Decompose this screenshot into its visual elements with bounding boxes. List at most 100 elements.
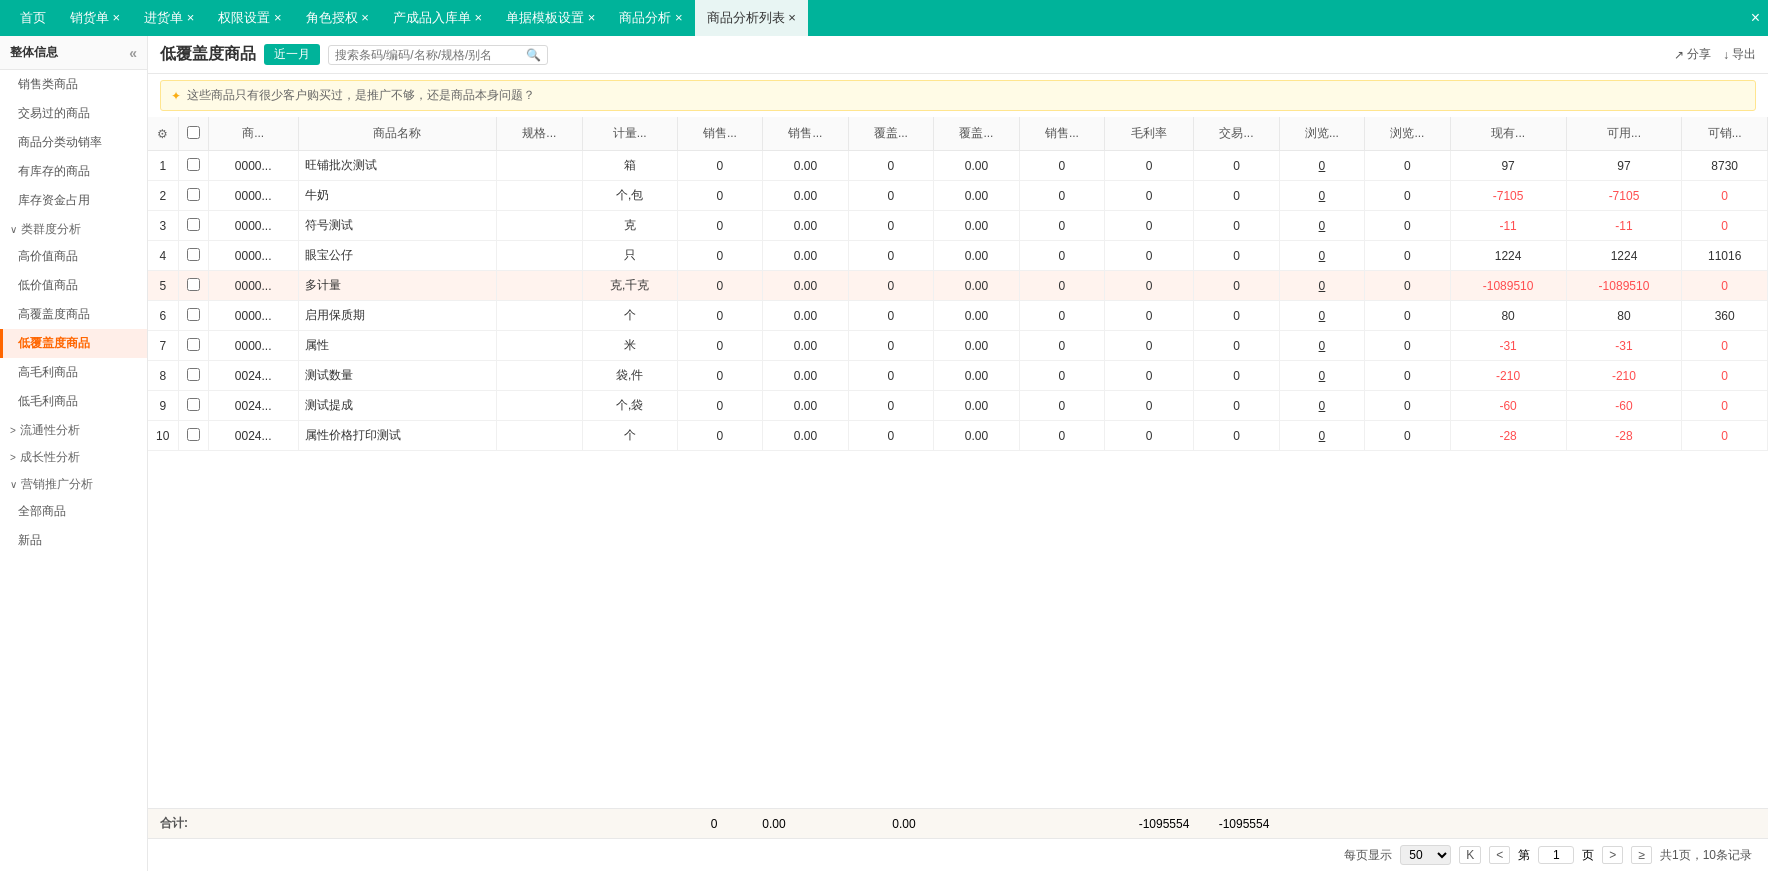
sidebar-section-growth[interactable]: > 成长性分析 — [0, 443, 147, 470]
sidebar-item-new-goods[interactable]: 新品 — [0, 526, 147, 555]
table-row: 8 0024... 测试数量 袋,件 0 0.00 0 0.00 0 0 0 0… — [148, 361, 1768, 391]
sidebar-item-traded-goods[interactable]: 交易过的商品 — [0, 99, 147, 128]
sidebar-item-low-margin[interactable]: 低毛利商品 — [0, 387, 147, 416]
share-button[interactable]: ↗ 分享 — [1674, 46, 1711, 63]
nav-roles[interactable]: 角色授权 × — [294, 0, 381, 36]
first-page-button[interactable]: K — [1459, 846, 1481, 864]
cell-cover2: 0.00 — [934, 211, 1019, 241]
cell-name: 多计量 — [298, 271, 496, 301]
settings-icon[interactable]: ⚙ — [157, 127, 168, 141]
table-row: 3 0000... 符号测试 克 0 0.00 0 0.00 0 0 0 0 0… — [148, 211, 1768, 241]
nav-product-entry[interactable]: 产成品入库单 × — [381, 0, 494, 36]
sidebar-section-circulation[interactable]: > 流通性分析 — [0, 416, 147, 443]
cell-checkbox — [178, 361, 208, 391]
next-page-button[interactable]: > — [1602, 846, 1623, 864]
sidebar-section-cluster-analysis[interactable]: ∨ 类群度分析 — [0, 215, 147, 242]
cell-sales2: 0.00 — [763, 301, 848, 331]
col-settings[interactable]: ⚙ — [148, 117, 178, 151]
cell-unit: 个 — [582, 301, 677, 331]
cell-gross: 0 — [1105, 181, 1194, 211]
row-checkbox[interactable] — [187, 398, 200, 411]
row-checkbox[interactable] — [187, 338, 200, 351]
row-checkbox[interactable] — [187, 248, 200, 261]
sidebar-item-inventory-goods[interactable]: 有库存的商品 — [0, 157, 147, 186]
sidebar-item-high-value[interactable]: 高价值商品 — [0, 242, 147, 271]
nav-purchase[interactable]: 进货单 × — [132, 0, 206, 36]
cell-cover1: 0 — [848, 301, 933, 331]
row-checkbox[interactable] — [187, 158, 200, 171]
footer-available: -1095554 — [1204, 817, 1284, 831]
browse1-link[interactable]: 0 — [1319, 399, 1326, 413]
cell-trans: 0 — [1194, 271, 1279, 301]
browse1-link[interactable]: 0 — [1319, 189, 1326, 203]
nav-template-settings[interactable]: 单据模板设置 × — [494, 0, 607, 36]
share-icon: ↗ — [1674, 48, 1684, 62]
row-checkbox[interactable] — [187, 308, 200, 321]
sidebar-section-label-3: 成长性分析 — [20, 449, 80, 466]
filter-button[interactable]: 近一月 — [264, 44, 320, 65]
sidebar-item-high-coverage[interactable]: 高覆盖度商品 — [0, 300, 147, 329]
row-checkbox[interactable] — [187, 278, 200, 291]
cell-trans: 0 — [1194, 211, 1279, 241]
browse1-link[interactable]: 0 — [1319, 309, 1326, 323]
footer-cover2: 0.00 — [864, 817, 944, 831]
nav-product-analysis-list[interactable]: 商品分析列表 × — [695, 0, 808, 36]
cell-current: 1224 — [1450, 241, 1566, 271]
nav-home[interactable]: 首页 — [8, 0, 58, 36]
browse1-link[interactable]: 0 — [1319, 339, 1326, 353]
last-page-button[interactable]: ≥ — [1631, 846, 1652, 864]
sidebar-item-low-coverage[interactable]: 低覆盖度商品 — [0, 329, 147, 358]
row-checkbox[interactable] — [187, 368, 200, 381]
col-unit-header: 计量... — [582, 117, 677, 151]
cell-unit: 克,千克 — [582, 271, 677, 301]
cell-unit: 个,袋 — [582, 391, 677, 421]
search-icon[interactable]: 🔍 — [526, 48, 541, 62]
page-size-label: 每页显示 — [1344, 847, 1392, 864]
browse1-link[interactable]: 0 — [1319, 429, 1326, 443]
sidebar-collapse-button[interactable]: « — [129, 45, 137, 61]
browse1-link[interactable]: 0 — [1319, 249, 1326, 263]
share-label: 分享 — [1687, 46, 1711, 63]
cell-sellable: 8730 — [1682, 151, 1768, 181]
cell-trans: 0 — [1194, 301, 1279, 331]
prev-page-button[interactable]: < — [1489, 846, 1510, 864]
cell-cover2: 0.00 — [934, 421, 1019, 451]
page-number-input[interactable] — [1538, 846, 1574, 864]
sidebar-item-all-goods[interactable]: 全部商品 — [0, 497, 147, 526]
sidebar-item-sales-goods[interactable]: 销售类商品 — [0, 70, 147, 99]
search-input[interactable] — [335, 48, 526, 62]
nav-sales[interactable]: 销货单 × — [58, 0, 132, 36]
cell-sales2: 0.00 — [763, 271, 848, 301]
sidebar-item-high-margin[interactable]: 高毛利商品 — [0, 358, 147, 387]
sidebar-item-low-value[interactable]: 低价值商品 — [0, 271, 147, 300]
cell-index: 7 — [148, 331, 178, 361]
cell-gross: 0 — [1105, 211, 1194, 241]
cell-sales2: 0.00 — [763, 181, 848, 211]
cell-code: 0000... — [208, 241, 298, 271]
cell-browse2: 0 — [1365, 181, 1450, 211]
cell-cover2: 0.00 — [934, 151, 1019, 181]
close-button[interactable]: × — [1751, 9, 1760, 27]
sidebar-item-category-activity[interactable]: 商品分类动销率 — [0, 128, 147, 157]
select-all-checkbox[interactable] — [187, 126, 200, 139]
cell-sellable: 0 — [1682, 181, 1768, 211]
browse1-link[interactable]: 0 — [1319, 369, 1326, 383]
nav-permissions[interactable]: 权限设置 × — [206, 0, 293, 36]
browse1-link[interactable]: 0 — [1319, 219, 1326, 233]
col-trans-header: 交易... — [1194, 117, 1279, 151]
export-button[interactable]: ↓ 导出 — [1723, 46, 1756, 63]
cell-sales1: 0 — [677, 151, 762, 181]
page-size-select[interactable]: 20 50 100 — [1400, 845, 1451, 865]
sidebar-item-inventory-capital[interactable]: 库存资金占用 — [0, 186, 147, 215]
browse1-link[interactable]: 0 — [1319, 159, 1326, 173]
cell-spec — [497, 301, 582, 331]
sidebar: 整体信息 « 销售类商品 交易过的商品 商品分类动销率 有库存的商品 库存资金占… — [0, 36, 148, 871]
row-checkbox[interactable] — [187, 188, 200, 201]
browse1-link[interactable]: 0 — [1319, 279, 1326, 293]
row-checkbox[interactable] — [187, 428, 200, 441]
cell-trans: 0 — [1194, 331, 1279, 361]
cell-browse1: 0 — [1279, 331, 1364, 361]
row-checkbox[interactable] — [187, 218, 200, 231]
nav-product-analysis[interactable]: 商品分析 × — [607, 0, 694, 36]
sidebar-section-marketing[interactable]: ∨ 营销推广分析 — [0, 470, 147, 497]
